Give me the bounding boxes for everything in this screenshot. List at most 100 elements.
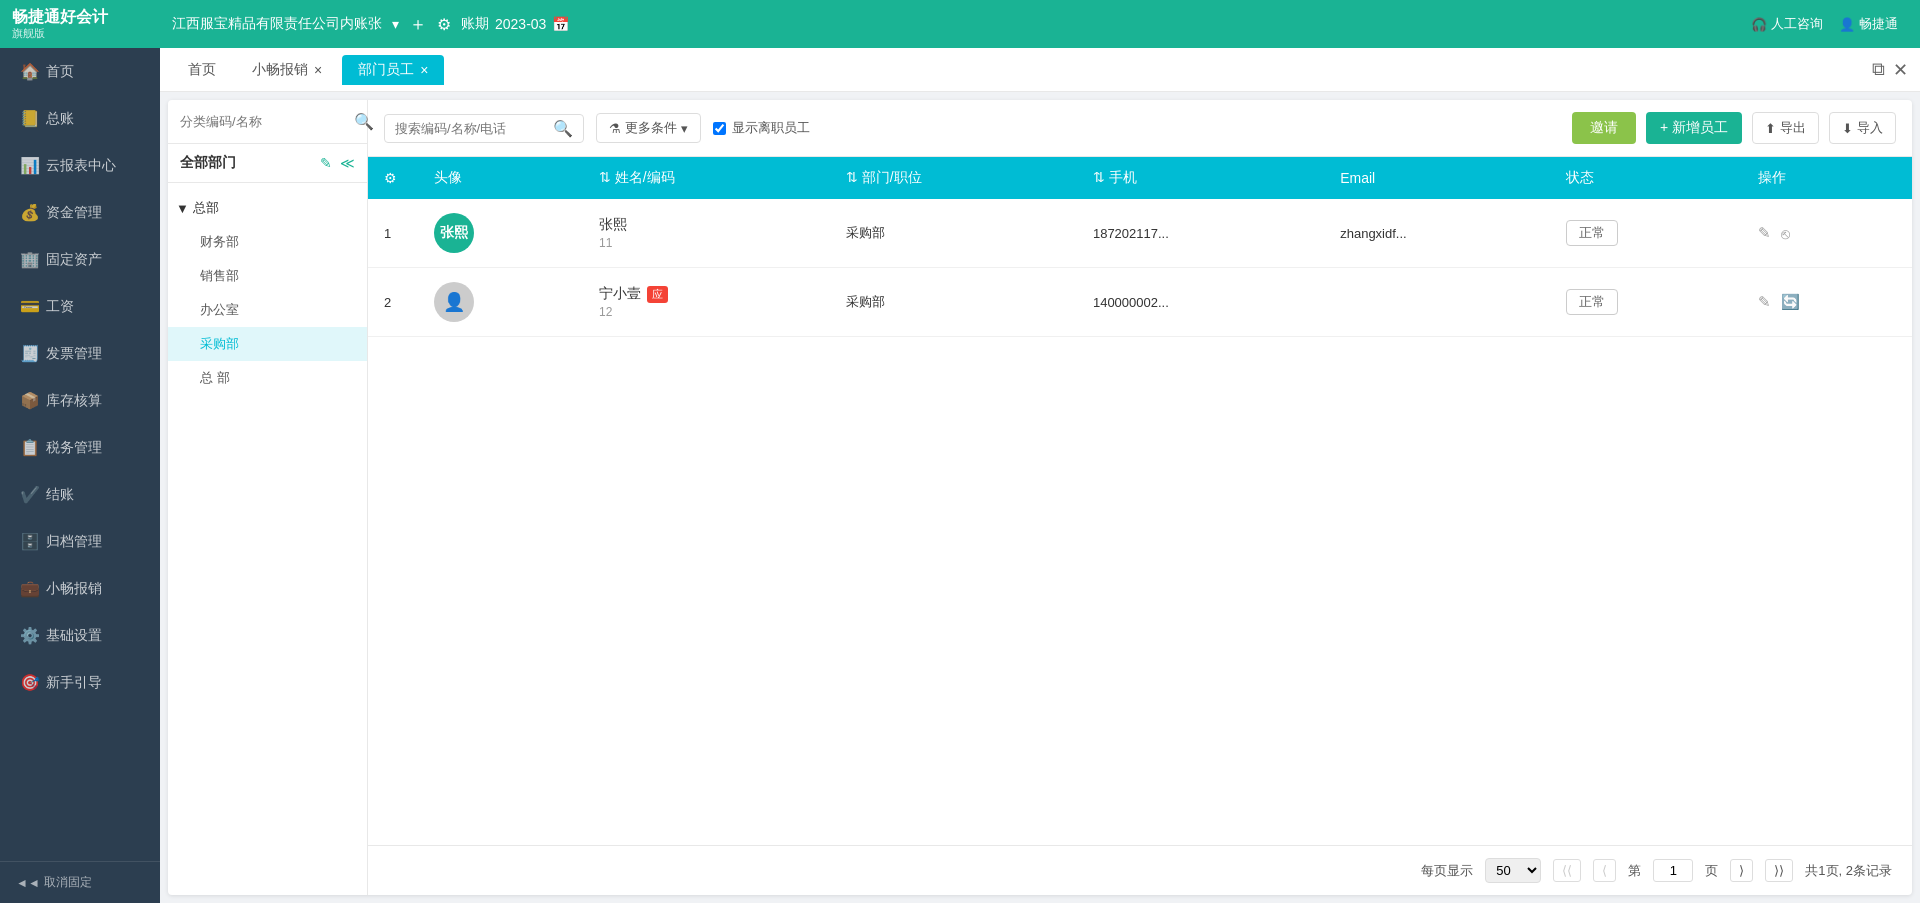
edit-button[interactable]: ✎ — [1758, 224, 1771, 242]
add-account-button[interactable]: ＋ — [409, 15, 427, 33]
employee-data-table: ⚙ 头像 ⇅ 姓名/编码 ⇅ 部门/职位 ⇅ 手机 Email 状态 操作 — [368, 157, 1912, 337]
sidebar-item-label: 首页 — [46, 63, 74, 81]
unpin-button[interactable]: ◄◄ 取消固定 — [0, 861, 160, 903]
page-unit: 页 — [1705, 862, 1718, 880]
toolbar-right: 邀请 + 新增员工 ⬆ 导出 ⬇ 导入 — [1572, 112, 1896, 144]
row-status: 正常 — [1550, 268, 1742, 337]
page-number-input[interactable] — [1653, 859, 1693, 882]
secondary-action-button[interactable]: ⎋ — [1781, 225, 1790, 242]
settings-button[interactable]: ⚙ — [437, 15, 451, 34]
tab-expense[interactable]: 小畅报销 × — [236, 55, 338, 85]
sidebar-item-label: 资金管理 — [46, 204, 102, 222]
sidebar-item-label: 基础设置 — [46, 627, 102, 645]
tab-dept-employee[interactable]: 部门员工 × — [342, 55, 444, 85]
guide-icon: 🎯 — [20, 673, 38, 692]
dept-tree-child-hq[interactable]: 总 部 — [168, 361, 367, 395]
page-prev-button[interactable]: ⟨ — [1593, 859, 1616, 882]
sidebar-item-archive[interactable]: 🗄️ 归档管理 — [0, 518, 160, 565]
row-actions: ✎ ⎋ — [1742, 199, 1912, 268]
export-icon: ⬆ — [1765, 121, 1776, 136]
row-index: 1 — [368, 199, 418, 268]
sidebar-item-settings[interactable]: ⚙️ 基础设置 — [0, 612, 160, 659]
sidebar-item-label: 税务管理 — [46, 439, 102, 457]
dept-tree-child-sales[interactable]: 销售部 — [168, 259, 367, 293]
export-button[interactable]: ⬆ 导出 — [1752, 112, 1819, 144]
dept-tree-child-finance[interactable]: 财务部 — [168, 225, 367, 259]
total-label: 共1页, 2条记录 — [1805, 862, 1892, 880]
avatar: 张熙 — [434, 213, 474, 253]
dept-search-input[interactable] — [180, 114, 348, 129]
sidebar-item-assets[interactable]: 🏢 固定资产 — [0, 236, 160, 283]
show-resigned-label: 显示离职员工 — [732, 119, 810, 137]
dept-tree-parent-head[interactable]: ▼ 总部 — [168, 191, 367, 225]
dept-tree-child-purchase[interactable]: 采购部 — [168, 327, 367, 361]
ai-consult-button[interactable]: 🎧 人工咨询 — [1751, 15, 1823, 33]
tab-actions: ⧉ ✕ — [1872, 59, 1908, 81]
tab-restore-button[interactable]: ⧉ — [1872, 59, 1885, 81]
resigned-checkbox-input[interactable] — [713, 122, 726, 135]
tab-close-all-button[interactable]: ✕ — [1893, 59, 1908, 81]
employee-search-box: 🔍 — [384, 114, 584, 143]
archive-icon: 🗄️ — [20, 532, 38, 551]
dept-header: 全部部门 ✎ ≪ — [168, 144, 367, 183]
sidebar-item-ledger[interactable]: 📒 总账 — [0, 95, 160, 142]
sidebar-item-home[interactable]: 🏠 首页 — [0, 48, 160, 95]
logo-subtitle: 旗舰版 — [12, 26, 45, 41]
show-resigned-checkbox[interactable]: 显示离职员工 — [713, 119, 810, 137]
sidebar-item-inventory[interactable]: 📦 库存核算 — [0, 377, 160, 424]
salary-icon: 💳 — [20, 297, 38, 316]
add-employee-button[interactable]: + 新增员工 — [1646, 112, 1742, 144]
user-info[interactable]: 👤 畅捷通 — [1839, 15, 1898, 33]
row-actions: ✎ 🔄 — [1742, 268, 1912, 337]
dept-add-button[interactable]: ✎ — [320, 155, 332, 171]
col-status: 状态 — [1550, 157, 1742, 199]
col-phone[interactable]: ⇅ 手机 — [1077, 157, 1324, 199]
dept-collapse-button[interactable]: ≪ — [340, 155, 355, 171]
tab-expense-close-button[interactable]: × — [314, 63, 322, 77]
page-first-button[interactable]: ⟨⟨ — [1553, 859, 1581, 882]
page-last-button[interactable]: ⟩⟩ — [1765, 859, 1793, 882]
invite-button[interactable]: 邀请 — [1572, 112, 1636, 144]
table-header-row: ⚙ 头像 ⇅ 姓名/编码 ⇅ 部门/职位 ⇅ 手机 Email 状态 操作 — [368, 157, 1912, 199]
secondary-action-button[interactable]: 🔄 — [1781, 293, 1800, 311]
sidebar-item-closing[interactable]: ✔️ 结账 — [0, 471, 160, 518]
employee-search-input[interactable] — [395, 121, 547, 136]
dept-tree-child-office[interactable]: 办公室 — [168, 293, 367, 327]
sidebar-item-guide[interactable]: 🎯 新手引导 — [0, 659, 160, 706]
sidebar-item-label: 固定资产 — [46, 251, 102, 269]
ledger-icon: 📒 — [20, 109, 38, 128]
tab-home[interactable]: 首页 — [172, 55, 232, 85]
col-dept-position[interactable]: ⇅ 部门/职位 — [830, 157, 1077, 199]
tab-dept-close-button[interactable]: × — [420, 63, 428, 77]
sidebar-item-label: 工资 — [46, 298, 74, 316]
sidebar-item-label: 小畅报销 — [46, 580, 102, 598]
content-area: 首页 小畅报销 × 部门员工 × ⧉ ✕ 🔍 — [160, 48, 1920, 903]
page-next-button[interactable]: ⟩ — [1730, 859, 1753, 882]
user-icon: 👤 — [1839, 17, 1855, 32]
assets-icon: 🏢 — [20, 250, 38, 269]
col-name-code[interactable]: ⇅ 姓名/编码 — [583, 157, 830, 199]
table-row: 1张熙 张熙 11 采购部187202117...zhangxidf...正常 … — [368, 199, 1912, 268]
col-settings[interactable]: ⚙ — [368, 157, 418, 199]
page-prefix: 第 — [1628, 862, 1641, 880]
company-dropdown-button[interactable]: ▾ — [392, 16, 399, 32]
expense-icon: 💼 — [20, 579, 38, 598]
row-email: zhangxidf... — [1324, 199, 1550, 268]
sidebar-item-fund[interactable]: 💰 资金管理 — [0, 189, 160, 236]
sidebar-item-salary[interactable]: 💳 工资 — [0, 283, 160, 330]
sidebar-item-tax[interactable]: 📋 税务管理 — [0, 424, 160, 471]
tab-dept-label: 部门员工 — [358, 61, 414, 79]
tab-expense-label: 小畅报销 — [252, 61, 308, 79]
import-icon: ⬇ — [1842, 121, 1853, 136]
sidebar-item-expense[interactable]: 💼 小畅报销 — [0, 565, 160, 612]
dept-header-icons: ✎ ≪ — [320, 155, 355, 171]
import-button[interactable]: ⬇ 导入 — [1829, 112, 1896, 144]
calendar-icon[interactable]: 📅 — [552, 16, 569, 32]
sidebar-item-label: 库存核算 — [46, 392, 102, 410]
sidebar-item-invoice[interactable]: 🧾 发票管理 — [0, 330, 160, 377]
filter-button[interactable]: ⚗ 更多条件 ▾ — [596, 113, 701, 143]
page-size-select[interactable]: 50 10 20 100 — [1485, 858, 1541, 883]
sidebar-item-reports[interactable]: 📊 云报表中心 — [0, 142, 160, 189]
edit-button[interactable]: ✎ — [1758, 293, 1771, 311]
tabs-bar: 首页 小畅报销 × 部门员工 × ⧉ ✕ — [160, 48, 1920, 92]
